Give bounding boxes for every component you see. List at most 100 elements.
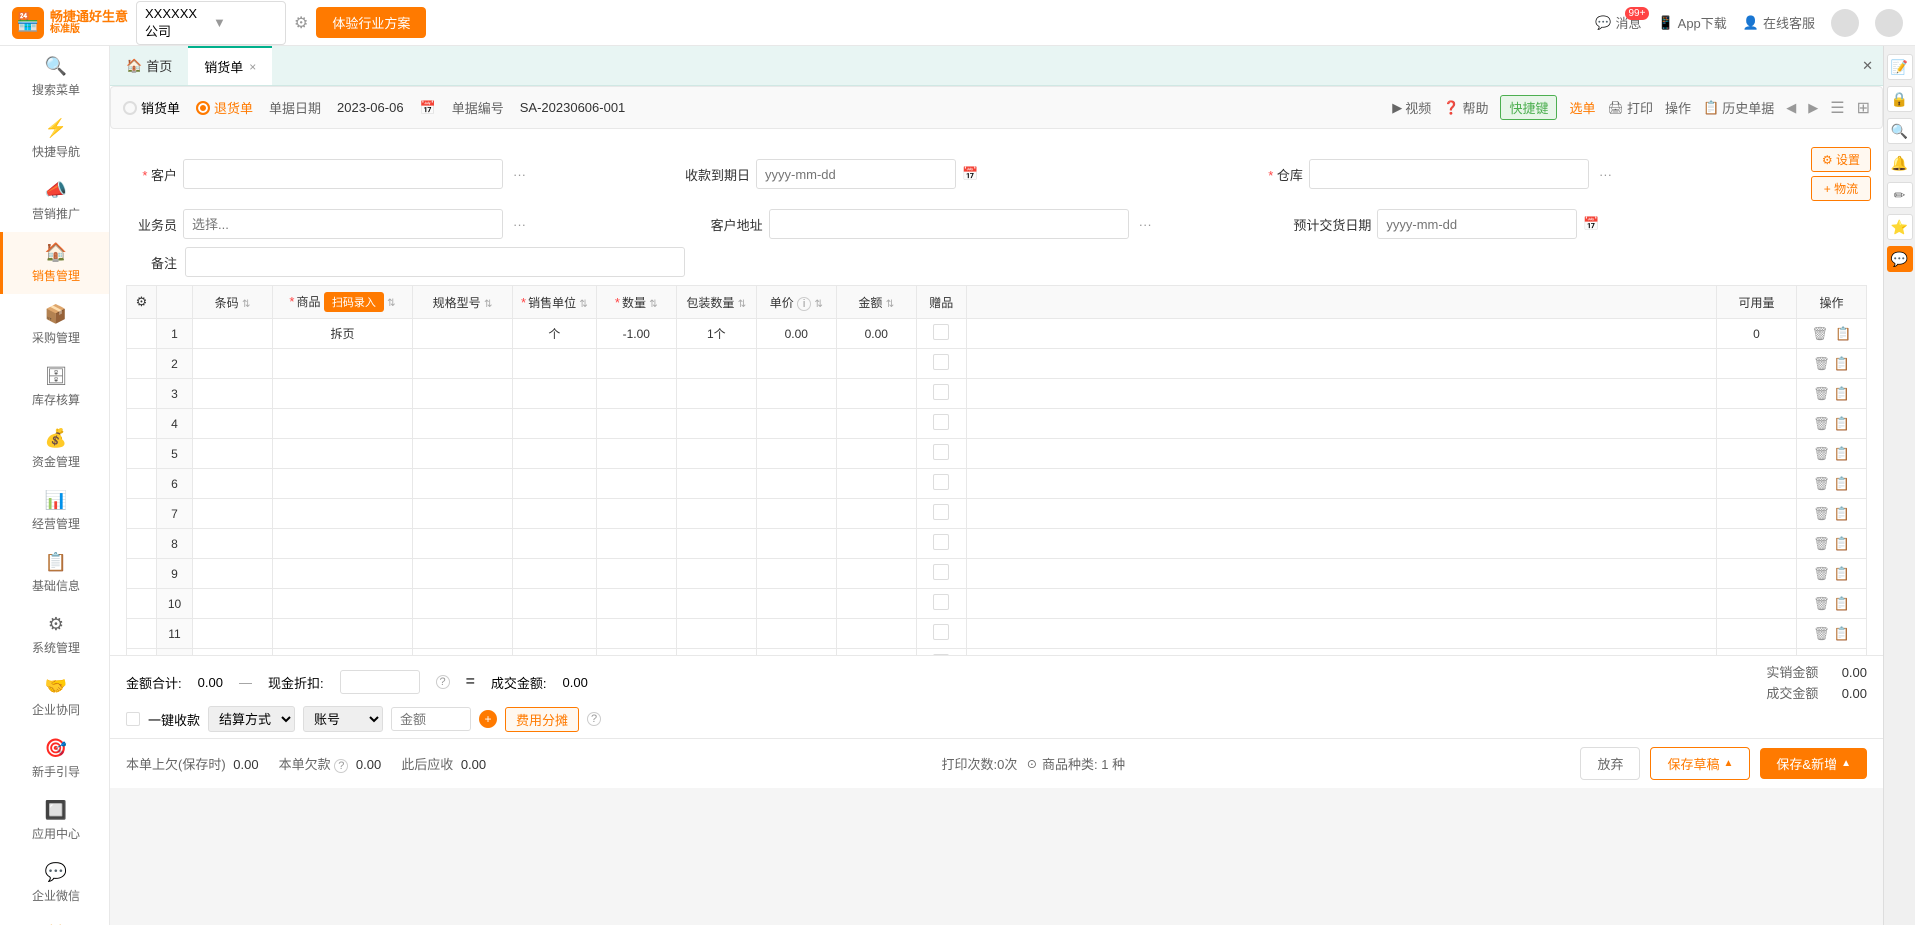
save-new-button[interactable]: 保存&新增 ▲ xyxy=(1760,748,1867,779)
action-op[interactable]: 操作 xyxy=(1665,98,1691,117)
draft-arrow-icon[interactable]: ▲ xyxy=(1724,758,1734,769)
address-input[interactable] xyxy=(769,209,1129,239)
view-grid-icon[interactable]: ⊞ xyxy=(1857,98,1870,118)
th-spec: 规格型号 ⇅ xyxy=(413,286,513,319)
sidebar-item-wechat[interactable]: 💬 企业微信 xyxy=(0,852,109,914)
scan-button[interactable]: 扫码录入 xyxy=(324,292,384,312)
right-panel-btn-7[interactable]: 💬 xyxy=(1887,246,1913,272)
payment-method-select[interactable]: 结算方式 xyxy=(208,706,295,732)
action-select[interactable]: 选单 xyxy=(1569,98,1595,117)
address-dots-icon[interactable]: ··· xyxy=(1135,217,1156,232)
row1-barcode[interactable] xyxy=(193,319,273,349)
one-click-checkbox[interactable] xyxy=(126,712,140,726)
sidebar-item-app[interactable]: 🔲 应用中心 xyxy=(0,790,109,852)
close-all-icon[interactable]: ✕ xyxy=(1862,58,1873,73)
row1-delete-btn[interactable]: 🗑 xyxy=(1809,324,1830,344)
sidebar-item-marketing[interactable]: 📣 营销推广 xyxy=(0,170,109,232)
table-row: 11 xyxy=(127,619,1867,649)
table-row: 3 xyxy=(127,379,1867,409)
sidebar-item-member[interactable]: 👑 畅会员 xyxy=(0,914,109,925)
sidebar-item-inventory[interactable]: 🗄 库存核算 xyxy=(0,356,109,418)
action-shortcut[interactable]: 快捷键 xyxy=(1500,95,1557,120)
table-wrapper[interactable]: ⚙ 条码 ⇅ *商品 扫码录入 ⇅ xyxy=(126,285,1867,655)
save-new-arrow-icon[interactable]: ▲ xyxy=(1841,758,1851,769)
message-item[interactable]: 💬 消息 99+ xyxy=(1595,13,1641,32)
sidebar-item-search[interactable]: 🔍 搜索菜单 xyxy=(0,46,109,108)
trial-button[interactable]: 体验行业方案 xyxy=(316,7,426,38)
right-panel-btn-5[interactable]: ✏ xyxy=(1887,182,1913,208)
salesperson-dots-icon[interactable]: ··· xyxy=(509,217,530,232)
nav-prev-icon[interactable]: ◀ xyxy=(1786,100,1796,116)
tab-sales-order[interactable]: 销货单 × xyxy=(188,46,272,85)
calendar-icon[interactable]: 📅 xyxy=(420,100,436,116)
add-payment-button[interactable]: + xyxy=(479,710,497,728)
avatar2[interactable] xyxy=(1875,9,1903,37)
right-panel-btn-2[interactable]: 🔒 xyxy=(1887,86,1913,112)
payment-account-select[interactable]: 账号 xyxy=(303,706,383,732)
radio-return[interactable]: 退货单 xyxy=(196,98,253,117)
radio-sales[interactable]: 销货单 xyxy=(123,98,180,117)
right-panel-btn-6[interactable]: ⭐ xyxy=(1887,214,1913,240)
online-service-item[interactable]: 👤 在线客服 xyxy=(1743,13,1815,32)
product-type-icon[interactable]: ☉ xyxy=(1025,757,1038,772)
action-help[interactable]: ❓ 帮助 xyxy=(1443,98,1488,117)
avatar[interactable] xyxy=(1831,9,1859,37)
nav-next-icon[interactable]: ▶ xyxy=(1808,100,1818,116)
settings-side-button[interactable]: ⚙ 设置 xyxy=(1811,147,1871,172)
right-panel-btn-4[interactable]: 🔔 xyxy=(1887,150,1913,176)
action-history[interactable]: 📋 历史单据 xyxy=(1703,98,1774,117)
sidebar-item-system[interactable]: ⚙ 系统管理 xyxy=(0,604,109,666)
row1-op: 🗑 📋 xyxy=(1797,319,1867,349)
view-list-icon[interactable]: ☰ xyxy=(1830,98,1844,118)
right-panel-btn-1[interactable]: 📝 xyxy=(1887,54,1913,80)
expected-date-input[interactable] xyxy=(1377,209,1577,239)
row1-price[interactable]: 0.00 xyxy=(756,319,836,349)
action-video[interactable]: ▶ 视频 xyxy=(1392,98,1431,117)
discount-info-icon[interactable]: ? xyxy=(436,675,450,689)
sidebar-item-basic[interactable]: 📋 基础信息 xyxy=(0,542,109,604)
row1-packqty[interactable]: 1个 xyxy=(676,319,756,349)
fee-info-icon[interactable]: ? xyxy=(587,712,601,726)
settings-icon[interactable]: ⚙ xyxy=(294,13,308,33)
sidebar-item-quick[interactable]: ⚡ 快捷导航 xyxy=(0,108,109,170)
row1-unit[interactable]: 个 xyxy=(513,319,597,349)
customer-input[interactable] xyxy=(183,159,503,189)
payment-amount-input[interactable] xyxy=(391,707,471,731)
app-download-item[interactable]: 📱 App下载 xyxy=(1657,13,1726,32)
field-duedate-group: 收款到期日 📅 xyxy=(685,159,1240,189)
row1-spec[interactable] xyxy=(413,319,513,349)
sidebar-item-finance[interactable]: 💰 资金管理 xyxy=(0,418,109,480)
right-panel-btn-3[interactable]: 🔍 xyxy=(1887,118,1913,144)
row1-product[interactable]: 拆页 xyxy=(273,319,413,349)
due-date-input[interactable] xyxy=(756,159,956,189)
customer-dots-icon[interactable]: ··· xyxy=(509,167,530,182)
sidebar-item-sales[interactable]: 🏠 销售管理 xyxy=(0,232,109,294)
th-settings[interactable]: ⚙ xyxy=(127,286,157,319)
row1-copy-btn[interactable]: 📋 xyxy=(1833,324,1853,344)
sidebar-item-management[interactable]: 📊 经营管理 xyxy=(0,480,109,542)
footer-transaction-value: 0.00 xyxy=(1842,686,1867,701)
due-date-calendar-icon[interactable]: 📅 xyxy=(962,166,978,182)
sidebar-item-guide[interactable]: 🎯 新手引导 xyxy=(0,728,109,790)
salesperson-input[interactable] xyxy=(183,209,503,239)
sidebar-item-purchase[interactable]: 📦 采购管理 xyxy=(0,294,109,356)
logistics-button[interactable]: + 物流 xyxy=(1811,176,1871,201)
warehouse-input[interactable]: 建材仓 xyxy=(1309,159,1589,189)
tab-home[interactable]: 🏠 首页 xyxy=(110,46,188,85)
row1-amount[interactable]: 0.00 xyxy=(836,319,916,349)
data-table: ⚙ 条码 ⇅ *商品 扫码录入 ⇅ xyxy=(126,285,1867,655)
sidebar-item-enterprise[interactable]: 🤝 企业协同 xyxy=(0,666,109,728)
note-input[interactable] xyxy=(185,247,685,277)
company-selector[interactable]: XXXXXX公司 ▼ xyxy=(136,1,286,45)
fee-split-button[interactable]: 费用分摊 xyxy=(505,707,579,732)
action-print[interactable]: 🖨 打印 xyxy=(1608,98,1654,117)
row1-gift[interactable] xyxy=(916,319,966,349)
row1-qty[interactable]: -1.00 xyxy=(596,319,676,349)
abandon-button[interactable]: 放弃 xyxy=(1580,747,1640,780)
cash-discount-input[interactable] xyxy=(340,670,420,694)
field-customer-group: * 客户 ··· xyxy=(122,159,677,189)
save-draft-button[interactable]: 保存草稿 ▲ xyxy=(1650,747,1750,780)
warehouse-dots-icon[interactable]: ··· xyxy=(1595,167,1616,182)
expected-date-calendar-icon[interactable]: 📅 xyxy=(1583,216,1599,232)
tab-close-icon[interactable]: × xyxy=(249,60,256,74)
